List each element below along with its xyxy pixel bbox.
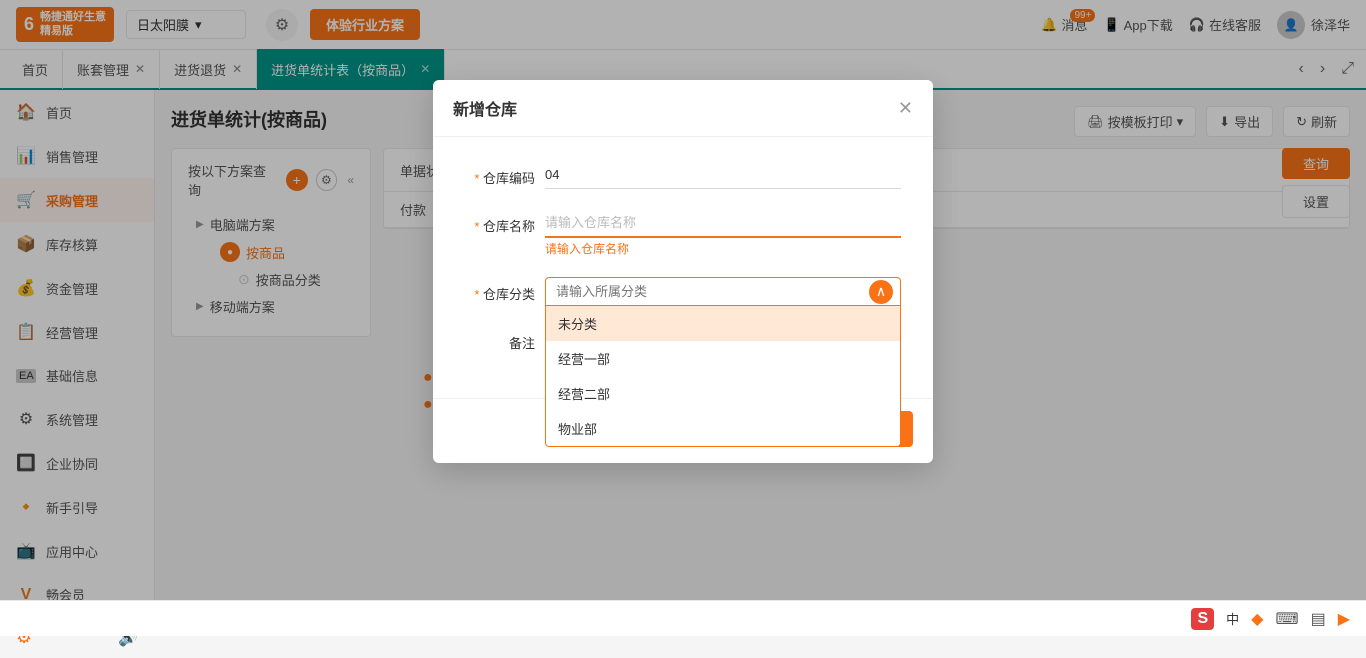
status-bar: S 中 ◆ ⌨ ▤ ▶ [0,600,1366,636]
name-input[interactable] [545,209,901,238]
note-label: 备注 [465,326,545,352]
code-label: 仓库编码 [465,161,545,187]
form-row-category: 仓库分类 ∧ 未分类 经营一部 经营二部 物业部 [465,277,901,306]
add-warehouse-modal: 新增仓库 ✕ 仓库编码 仓库名称 请输入仓库名称 仓库分类 [433,80,933,463]
category-input[interactable] [545,277,901,306]
code-field [545,161,901,189]
dropdown-item-dept2[interactable]: 经营二部 [546,376,900,411]
dropdown-item-dept1[interactable]: 经营一部 [546,341,900,376]
name-field: 请输入仓库名称 [545,209,901,257]
status-play-icon: ▶ [1338,609,1350,629]
form-row-code: 仓库编码 [465,161,901,189]
modal-body: 仓库编码 仓库名称 请输入仓库名称 仓库分类 ∧ [433,137,933,398]
modal-close-button[interactable]: ✕ [898,98,913,119]
code-input[interactable] [545,161,901,189]
status-dot-icon: ◆ [1251,609,1263,629]
dropdown-item-dept3[interactable]: 物业部 [546,411,900,446]
dropdown-item-uncategorized[interactable]: 未分类 [546,306,900,341]
status-keyboard-icon: ⌨ [1275,609,1298,629]
status-zh-icon: 中 [1226,609,1239,628]
status-grid-icon: ▤ [1311,609,1326,629]
modal-title: 新增仓库 [453,96,517,120]
category-field: ∧ 未分类 经营一部 经营二部 物业部 [545,277,901,306]
category-input-wrap: ∧ [545,277,901,306]
modal-overlay: 新增仓库 ✕ 仓库编码 仓库名称 请输入仓库名称 仓库分类 [0,0,1366,636]
modal-header: 新增仓库 ✕ [433,80,933,137]
category-dropdown: 未分类 经营一部 经营二部 物业部 [545,306,901,447]
status-s-icon: S [1191,608,1214,630]
name-error-msg: 请输入仓库名称 [545,240,901,257]
category-label: 仓库分类 [465,277,545,303]
category-toggle-button[interactable]: ∧ [869,280,893,304]
form-row-name: 仓库名称 请输入仓库名称 [465,209,901,257]
name-label: 仓库名称 [465,209,545,235]
